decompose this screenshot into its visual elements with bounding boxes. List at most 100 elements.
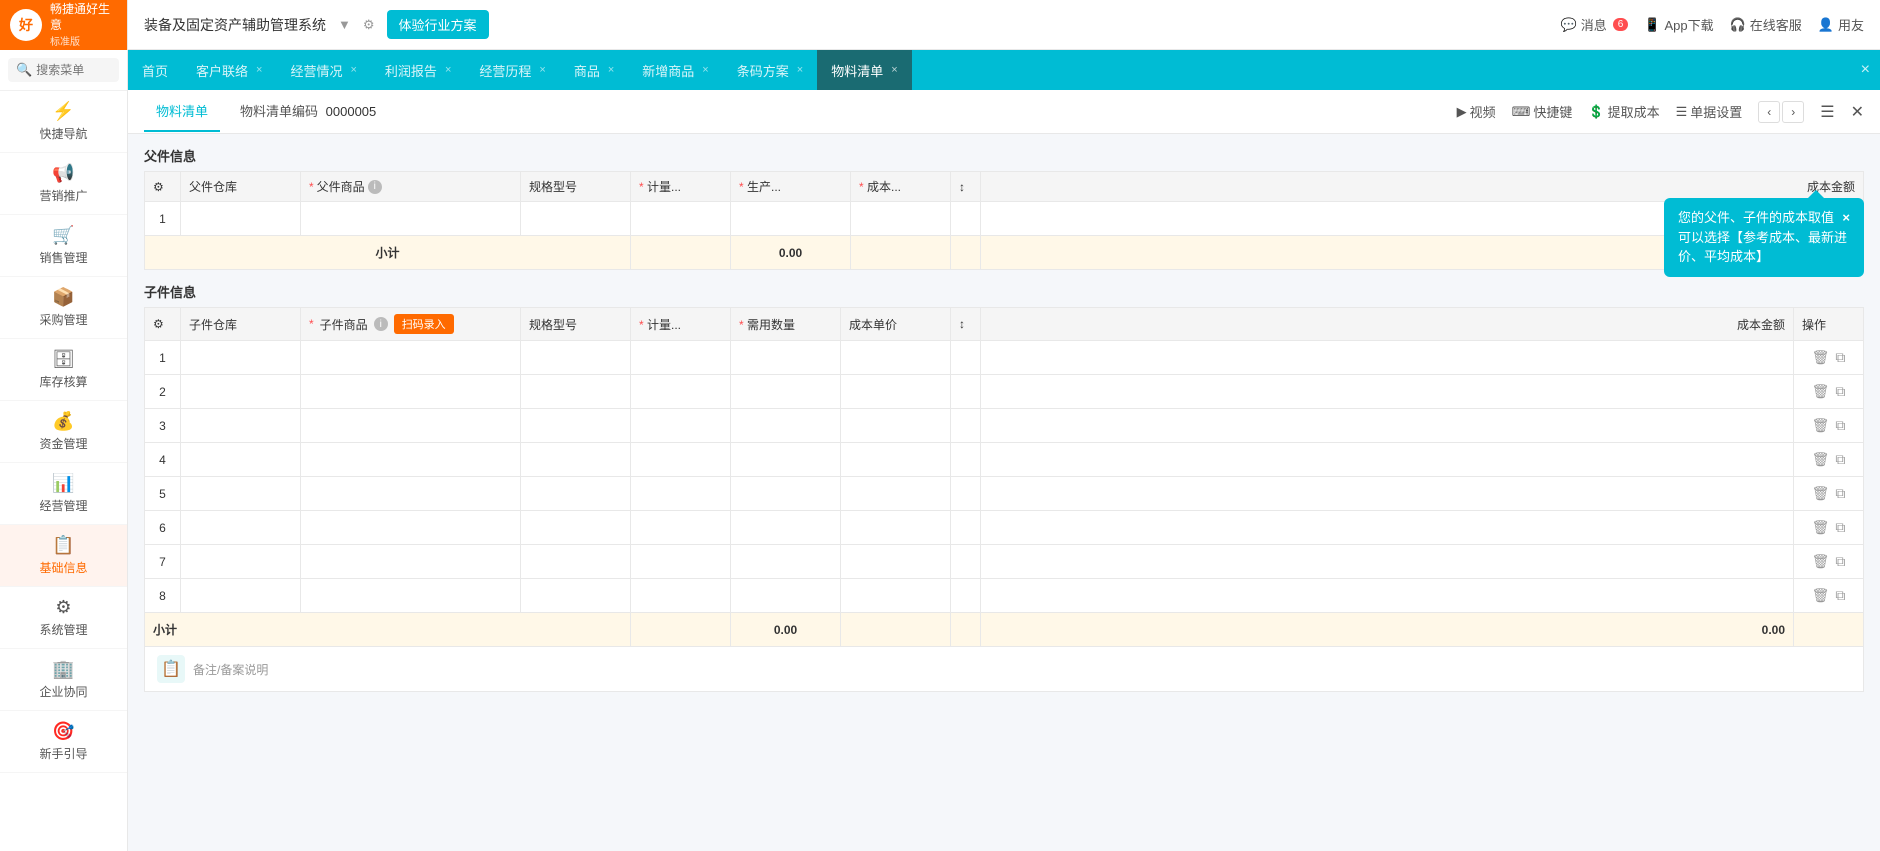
child-goods-info-icon[interactable]: i xyxy=(374,317,388,331)
child-warehouse-cell[interactable] xyxy=(181,579,301,613)
sidebar-item-finance[interactable]: 💰 资金管理 xyxy=(0,401,127,463)
trial-button[interactable]: 体验行业方案 xyxy=(387,10,489,39)
tab-close-icon[interactable]: × xyxy=(350,64,356,76)
close-page-icon[interactable]: ✕ xyxy=(1851,102,1864,122)
parent-production-cell[interactable] xyxy=(731,202,851,236)
delete-icon[interactable]: 🗑 xyxy=(1812,587,1830,604)
child-unit-cell[interactable] xyxy=(631,511,731,545)
child-cost-amount-cell[interactable] xyxy=(981,409,1794,443)
sidebar-item-purchase[interactable]: 📦 采购管理 xyxy=(0,277,127,339)
child-qty-cell[interactable] xyxy=(731,579,841,613)
tab-operations-status[interactable]: 经营情况 × xyxy=(276,50,370,90)
th-settings[interactable]: ⚙ xyxy=(145,172,181,202)
tab-close-icon[interactable]: × xyxy=(539,64,545,76)
sidebar-item-sales[interactable]: 🛒 销售管理 xyxy=(0,215,127,277)
child-spec-cell[interactable] xyxy=(521,579,631,613)
child-qty-cell[interactable] xyxy=(731,511,841,545)
sidebar-item-quick-nav[interactable]: ⚡ 快捷导航 xyxy=(0,91,127,153)
child-cost-amount-cell[interactable] xyxy=(981,443,1794,477)
child-spec-cell[interactable] xyxy=(521,545,631,579)
child-unit-cost-cell[interactable] xyxy=(841,511,951,545)
parent-warehouse-cell[interactable] xyxy=(181,202,301,236)
tab-barcode[interactable]: 条码方案 × xyxy=(723,50,817,90)
parent-unit-cell[interactable] xyxy=(631,202,731,236)
parent-spec-cell[interactable] xyxy=(521,202,631,236)
child-goods-cell[interactable] xyxy=(301,375,521,409)
next-arrow[interactable]: › xyxy=(1782,101,1804,123)
child-warehouse-cell[interactable] xyxy=(181,477,301,511)
close-all-tabs-icon[interactable]: × xyxy=(1851,61,1880,79)
copy-icon[interactable]: ⧉ xyxy=(1835,587,1845,604)
child-th-settings[interactable]: ⚙ xyxy=(145,308,181,341)
child-unit-cell[interactable] xyxy=(631,477,731,511)
copy-icon[interactable]: ⧉ xyxy=(1835,349,1845,366)
cost-action[interactable]: 💲 提取成本 xyxy=(1588,102,1659,121)
child-cost-amount-cell[interactable] xyxy=(981,511,1794,545)
delete-icon[interactable]: 🗑 xyxy=(1812,349,1830,366)
child-warehouse-cell[interactable] xyxy=(181,511,301,545)
child-warehouse-cell[interactable] xyxy=(181,409,301,443)
scan-input-button[interactable]: 扫码录入 xyxy=(394,314,454,334)
delete-icon[interactable]: 🗑 xyxy=(1812,417,1830,434)
doc-settings-action[interactable]: ☰ 单据设置 xyxy=(1676,102,1743,121)
tab-customer[interactable]: 客户联络 × xyxy=(182,50,276,90)
child-spec-cell[interactable] xyxy=(521,375,631,409)
tab-bom[interactable]: 物料清单 × xyxy=(817,50,911,90)
tab-close-icon[interactable]: × xyxy=(702,64,708,76)
child-cost-amount-cell[interactable] xyxy=(981,579,1794,613)
child-unit-cost-cell[interactable] xyxy=(841,375,951,409)
sidebar-item-operations[interactable]: 📊 经营管理 xyxy=(0,463,127,525)
menu-lines-icon[interactable]: ☰ xyxy=(1820,102,1834,122)
child-unit-cost-cell[interactable] xyxy=(841,477,951,511)
child-qty-cell[interactable] xyxy=(731,375,841,409)
sidebar-item-enterprise[interactable]: 🏢 企业协同 xyxy=(0,649,127,711)
tooltip-close-button[interactable]: × xyxy=(1842,208,1850,228)
child-unit-cost-cell[interactable] xyxy=(841,443,951,477)
prev-arrow[interactable]: ‹ xyxy=(1758,101,1780,123)
child-unit-cost-cell[interactable] xyxy=(841,579,951,613)
child-unit-cost-cell[interactable] xyxy=(841,409,951,443)
child-unit-cell[interactable] xyxy=(631,409,731,443)
child-goods-cell[interactable] xyxy=(301,409,521,443)
child-warehouse-cell[interactable] xyxy=(181,375,301,409)
child-unit-cell[interactable] xyxy=(631,443,731,477)
bottom-placeholder-text[interactable]: 备注/备案说明 xyxy=(193,661,268,678)
copy-icon[interactable]: ⧉ xyxy=(1835,519,1845,536)
settings-icon[interactable]: ⚙ xyxy=(363,17,375,33)
sidebar-item-system[interactable]: ⚙ 系统管理 xyxy=(0,587,127,649)
tab-history[interactable]: 经营历程 × xyxy=(465,50,559,90)
child-goods-cell[interactable] xyxy=(301,341,521,375)
child-unit-cell[interactable] xyxy=(631,579,731,613)
view-action[interactable]: ▶ 视频 xyxy=(1457,102,1496,121)
child-spec-cell[interactable] xyxy=(521,341,631,375)
sub-tab-bom-list[interactable]: 物料清单 xyxy=(144,91,220,132)
copy-icon[interactable]: ⧉ xyxy=(1835,417,1845,434)
delete-icon[interactable]: 🗑 xyxy=(1812,519,1830,536)
child-unit-cell[interactable] xyxy=(631,341,731,375)
shortcut-action[interactable]: ⌨ 快捷键 xyxy=(1512,102,1573,121)
search-input[interactable] xyxy=(36,63,111,77)
delete-icon[interactable]: 🗑 xyxy=(1812,383,1830,400)
tab-close-icon[interactable]: × xyxy=(608,64,614,76)
parent-goods-info-icon[interactable]: i xyxy=(368,180,382,194)
online-service-item[interactable]: 🎧 在线客服 xyxy=(1730,15,1802,34)
child-warehouse-cell[interactable] xyxy=(181,545,301,579)
parent-cost-cell[interactable] xyxy=(851,202,951,236)
child-qty-cell[interactable] xyxy=(731,477,841,511)
child-spec-cell[interactable] xyxy=(521,409,631,443)
child-unit-cell[interactable] xyxy=(631,375,731,409)
child-qty-cell[interactable] xyxy=(731,443,841,477)
copy-icon[interactable]: ⧉ xyxy=(1835,451,1845,468)
delete-icon[interactable]: 🗑 xyxy=(1812,553,1830,570)
child-goods-cell[interactable] xyxy=(301,579,521,613)
child-cost-amount-cell[interactable] xyxy=(981,375,1794,409)
child-spec-cell[interactable] xyxy=(521,511,631,545)
sidebar-item-marketing[interactable]: 📢 营销推广 xyxy=(0,153,127,215)
tab-profit[interactable]: 利润报告 × xyxy=(371,50,465,90)
sidebar-item-guide[interactable]: 🎯 新手引导 xyxy=(0,711,127,773)
tab-close-icon[interactable]: × xyxy=(445,64,451,76)
child-cost-amount-cell[interactable] xyxy=(981,477,1794,511)
child-unit-cost-cell[interactable] xyxy=(841,341,951,375)
child-qty-cell[interactable] xyxy=(731,341,841,375)
child-goods-cell[interactable] xyxy=(301,511,521,545)
